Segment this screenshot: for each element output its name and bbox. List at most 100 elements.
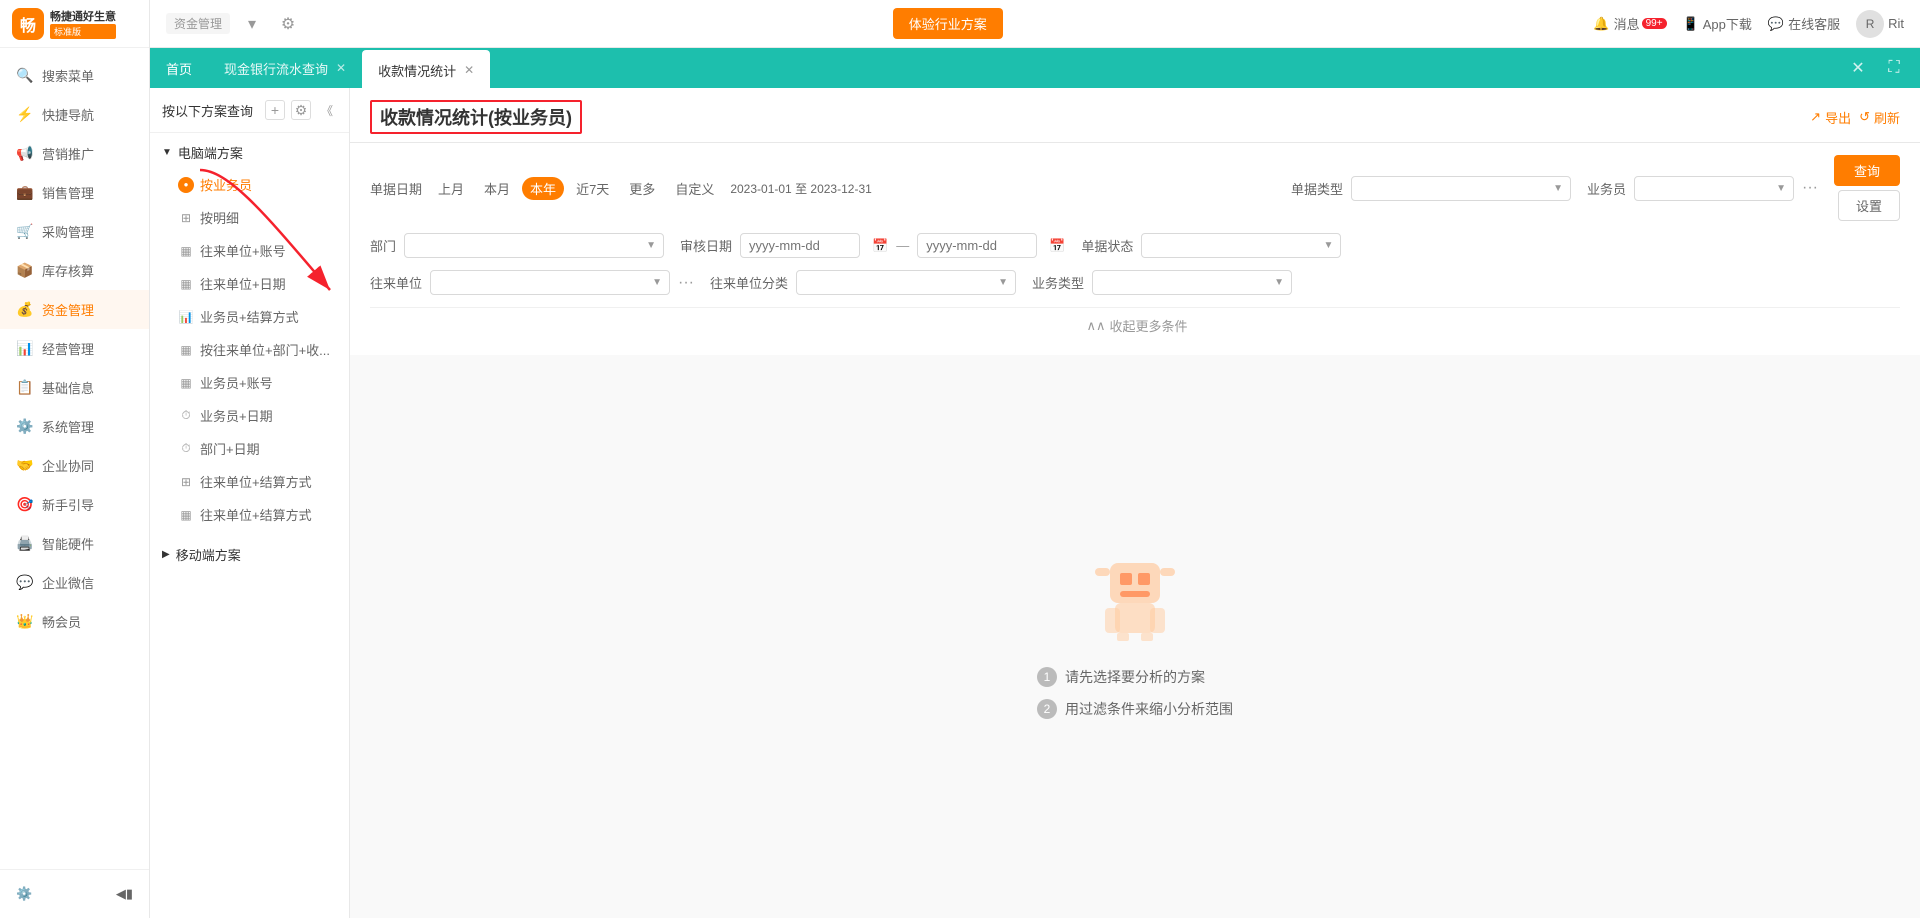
date-tab-last-7days[interactable]: 近7天 bbox=[568, 177, 617, 200]
doc-type-select[interactable] bbox=[1351, 176, 1571, 201]
table-icon-2: ▦ bbox=[178, 276, 194, 292]
scheme-partner-date[interactable]: ▦ 往来单位+日期 bbox=[150, 267, 349, 300]
sidebar-item-system[interactable]: ⚙️ 系统管理 bbox=[0, 407, 149, 446]
left-panel: 按以下方案查询 + ⚙ 《 ▼ 电脑端方案 ● 按业务员 bbox=[150, 88, 350, 918]
doc-status-select[interactable] bbox=[1141, 233, 1341, 258]
date-tab-last-month[interactable]: 上月 bbox=[430, 177, 472, 200]
dropdown-icon[interactable]: ▾ bbox=[238, 10, 266, 38]
chart-icon: 📊 bbox=[178, 309, 194, 325]
doc-status-filter: 单据状态 bbox=[1081, 233, 1341, 258]
tab-bank-flow-close[interactable]: ✕ bbox=[336, 61, 346, 75]
sidebar-item-operation[interactable]: 📊 经营管理 bbox=[0, 329, 149, 368]
notification-btn[interactable]: 🔔 消息 99+ bbox=[1593, 14, 1666, 33]
partner-more-btn[interactable]: ··· bbox=[678, 274, 694, 292]
refresh-btn[interactable]: ↺ 刷新 bbox=[1859, 108, 1900, 127]
sidebar-item-sales[interactable]: 💼 销售管理 bbox=[0, 173, 149, 212]
scheme-partner-account[interactable]: ▦ 往来单位+账号 bbox=[150, 234, 349, 267]
scheme-partner-payment1[interactable]: ⊞ 往来单位+结算方式 bbox=[150, 465, 349, 498]
scheme-settings-btn[interactable]: ⚙ bbox=[291, 100, 311, 120]
beginner-icon: 🎯 bbox=[16, 496, 34, 514]
scheme-staff-date[interactable]: ⏱ 业务员+日期 bbox=[150, 399, 349, 432]
capital-icon: 💰 bbox=[16, 301, 34, 319]
desktop-section-header[interactable]: ▼ 电脑端方案 bbox=[150, 137, 349, 168]
tabbar: 首页 现金银行流水查询 ✕ 收款情况统计 ✕ ✕ ⛶ bbox=[150, 48, 1920, 88]
content-area: 按以下方案查询 + ⚙ 《 ▼ 电脑端方案 ● 按业务员 bbox=[150, 88, 1920, 918]
settings-icon[interactable]: ⚙ bbox=[274, 10, 302, 38]
date-tab-this-month[interactable]: 本月 bbox=[476, 177, 518, 200]
sidebar-bottom: ⚙️ ◀▮ bbox=[0, 869, 149, 918]
table-icon-4: ▦ bbox=[178, 375, 194, 391]
trial-btn[interactable]: 体验行业方案 bbox=[893, 8, 1003, 39]
review-date-from[interactable] bbox=[740, 233, 860, 258]
logo-icon: 畅 bbox=[12, 8, 44, 40]
tab-receipt-stats-close[interactable]: ✕ bbox=[464, 63, 474, 77]
partner-select[interactable] bbox=[430, 270, 670, 295]
sidebar-item-purchase[interactable]: 🛒 采购管理 bbox=[0, 212, 149, 251]
collapse-panel-btn[interactable]: 《 bbox=[317, 100, 337, 120]
date-tabs: 上月 本月 本年 近7天 更多 自定义 bbox=[430, 177, 722, 200]
add-scheme-btn[interactable]: + bbox=[265, 100, 285, 120]
export-btn[interactable]: ↗ 导出 bbox=[1810, 108, 1851, 127]
sidebar-settings-btn[interactable]: ⚙️ bbox=[16, 882, 32, 906]
scheme-by-detail[interactable]: ⊞ 按明细 bbox=[150, 201, 349, 234]
member-icon: 👑 bbox=[16, 613, 34, 631]
app-download-btn[interactable]: 📱 App下载 bbox=[1683, 14, 1752, 33]
filter-settings-btn[interactable]: 设置 bbox=[1838, 190, 1900, 221]
partner-category-filter: 往来单位分类 bbox=[710, 270, 1016, 295]
sidebar-item-member[interactable]: 👑 畅会员 bbox=[0, 602, 149, 641]
main-area: 资金管理 ▾ ⚙ 体验行业方案 🔔 消息 99+ 📱 App下载 💬 bbox=[150, 0, 1920, 918]
collapse-bar[interactable]: ∧∧ 收起更多条件 bbox=[370, 307, 1900, 343]
sidebar-item-smart-hw[interactable]: 🖨️ 智能硬件 bbox=[0, 524, 149, 563]
mobile-section-header[interactable]: ▶ 移动端方案 bbox=[150, 539, 349, 570]
clock-icon: ⏱ bbox=[178, 408, 194, 424]
online-service-btn[interactable]: 💬 在线客服 bbox=[1768, 14, 1840, 33]
sidebar-item-inventory[interactable]: 📦 库存核算 bbox=[0, 251, 149, 290]
search-menu-icon: 🔍 bbox=[16, 67, 34, 85]
empty-robot bbox=[1075, 543, 1195, 643]
date-tab-this-year[interactable]: 本年 bbox=[522, 177, 564, 200]
chevron-down-icon: ▼ bbox=[162, 147, 172, 158]
sidebar-item-search-menu[interactable]: 🔍 搜索菜单 bbox=[0, 56, 149, 95]
scheme-staff-payment[interactable]: 📊 业务员+结算方式 bbox=[150, 300, 349, 333]
dept-select[interactable] bbox=[404, 233, 664, 258]
tab-maximize-btn[interactable]: ⛶ bbox=[1880, 54, 1908, 82]
query-btn-group: 查询 设置 bbox=[1834, 155, 1900, 221]
tab-bank-flow[interactable]: 现金银行流水查询 ✕ bbox=[208, 48, 362, 88]
staff-more-btn[interactable]: ··· bbox=[1802, 179, 1818, 197]
tab-home[interactable]: 首页 bbox=[150, 48, 208, 88]
quick-nav-icon: ⚡ bbox=[16, 106, 34, 124]
staff-select[interactable] bbox=[1634, 176, 1794, 201]
date-tab-more[interactable]: 更多 bbox=[621, 177, 663, 200]
scheme-staff-account[interactable]: ▦ 业务员+账号 bbox=[150, 366, 349, 399]
user-area[interactable]: R Rit bbox=[1856, 10, 1904, 38]
sidebar-collapse-btn[interactable]: ◀▮ bbox=[116, 882, 133, 906]
business-type-select[interactable] bbox=[1092, 270, 1292, 295]
review-date-to[interactable] bbox=[917, 233, 1037, 258]
partner-category-select[interactable] bbox=[796, 270, 1016, 295]
sidebar-item-enterprise[interactable]: 🤝 企业协同 bbox=[0, 446, 149, 485]
staff-select-wrapper bbox=[1634, 176, 1794, 201]
scheme-partner-dept-receipt[interactable]: ▦ 按往来单位+部门+收... bbox=[150, 333, 349, 366]
tab-receipt-stats[interactable]: 收款情况统计 ✕ bbox=[362, 50, 490, 90]
notification-icon: 🔔 bbox=[1593, 16, 1609, 32]
cal-icon-1[interactable]: 📅 bbox=[872, 238, 888, 254]
active-dot-icon: ● bbox=[178, 177, 194, 193]
sidebar-item-wechat[interactable]: 💬 企业微信 bbox=[0, 563, 149, 602]
sidebar-item-capital[interactable]: 💰 资金管理 bbox=[0, 290, 149, 329]
sidebar-item-quick-nav[interactable]: ⚡ 快捷导航 bbox=[0, 95, 149, 134]
date-tab-custom[interactable]: 自定义 bbox=[667, 177, 722, 200]
sidebar-nav: 🔍 搜索菜单 ⚡ 快捷导航 📢 营销推广 💼 销售管理 🛒 采购管理 📦 bbox=[0, 48, 149, 869]
table-icon: ▦ bbox=[178, 243, 194, 259]
sidebar-item-marketing[interactable]: 📢 营销推广 bbox=[0, 134, 149, 173]
tab-close-all-btn[interactable]: ✕ bbox=[1844, 54, 1872, 82]
scheme-dept-date[interactable]: ⏱ 部门+日期 bbox=[150, 432, 349, 465]
sidebar-item-beginner[interactable]: 🎯 新手引导 bbox=[0, 485, 149, 524]
scheme-partner-payment2[interactable]: ▦ 往来单位+结算方式 bbox=[150, 498, 349, 531]
cal-icon-2[interactable]: 📅 bbox=[1049, 238, 1065, 254]
breadcrumb: 资金管理 bbox=[166, 13, 230, 34]
scheme-by-staff[interactable]: ● 按业务员 bbox=[150, 168, 349, 201]
query-btn[interactable]: 查询 bbox=[1834, 155, 1900, 186]
sidebar-item-basic-info[interactable]: 📋 基础信息 bbox=[0, 368, 149, 407]
topbar-right: 🔔 消息 99+ 📱 App下载 💬 在线客服 R Rit bbox=[1593, 10, 1904, 38]
tabbar-right: ✕ ⛶ bbox=[1844, 54, 1920, 82]
